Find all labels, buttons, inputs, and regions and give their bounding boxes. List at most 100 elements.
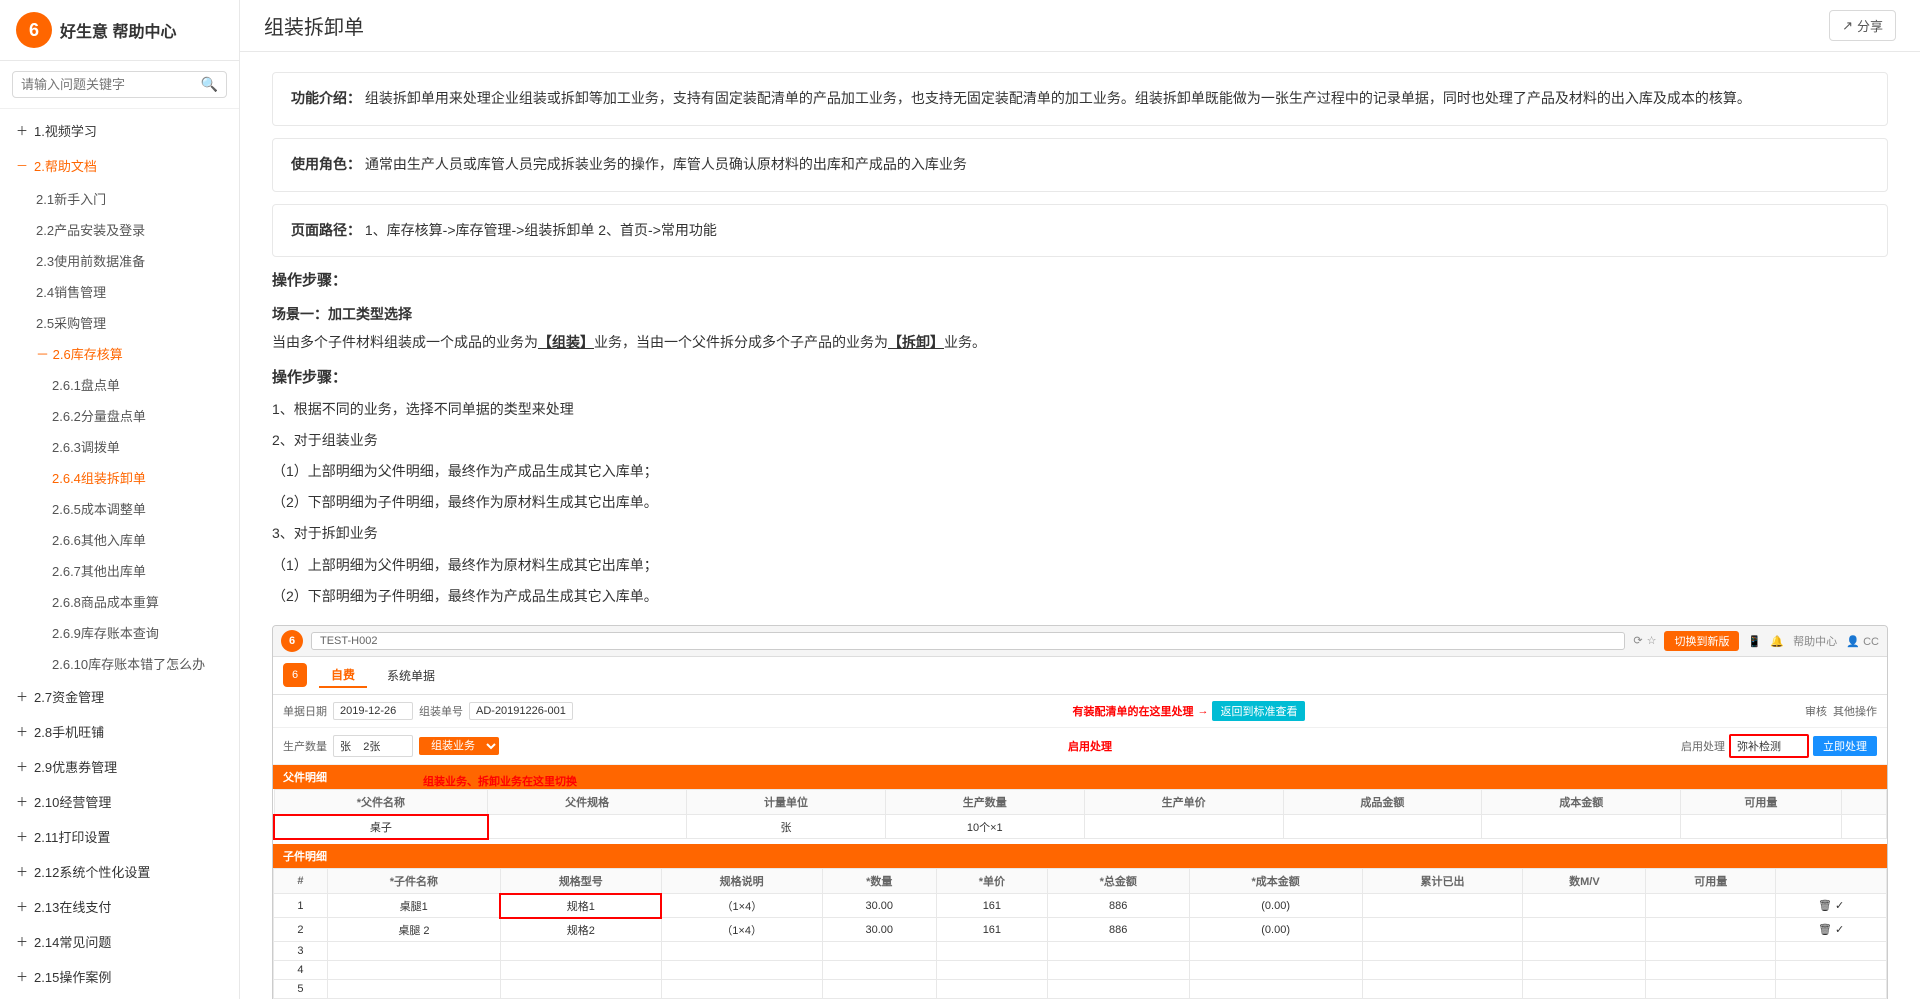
step2-2: （2）下部明细为子件明细，最终作为原材料生成其它出库单。 xyxy=(272,490,1888,515)
ss-lower-th-price: *单价 xyxy=(936,868,1047,894)
sidebar-item-stock6[interactable]: 2.6.6其他入库单 xyxy=(0,524,239,555)
ss-app-icon: 6 xyxy=(283,663,307,687)
ss-lower-row-2: 2 桌腿 2 规格2 （1×4） 30.00 161 886 (0.00) xyxy=(274,918,1887,942)
sidebar: 6 好生意 帮助中心 🔍 ＋ 1.视频学习 － 2.帮助文档 2.1新手入门 2… xyxy=(0,0,240,999)
search-icon[interactable]: 🔍 xyxy=(201,76,218,93)
sidebar-item-video[interactable]: ＋ 1.视频学习 xyxy=(0,113,239,148)
minus-icon-small: － xyxy=(36,347,53,362)
ss-lower-row-5: 5 xyxy=(274,979,1887,998)
screenshot-wrapper: 6 TEST-H002 ⟳ ☆ 切换到新版 📱 🔔 帮助中心 👤 CC xyxy=(272,625,1888,999)
sidebar-item-stock5[interactable]: 2.6.5成本调整单 xyxy=(0,493,239,524)
sidebar-item-stock9[interactable]: 2.6.9库存账本查询 xyxy=(0,617,239,648)
ss-qty-input[interactable]: 张 2张 xyxy=(333,735,413,757)
ss-date-label: 单据日期 xyxy=(283,703,327,719)
sidebar-item-purchase[interactable]: 2.5采购管理 xyxy=(0,307,239,338)
ss-lower-row-3: 3 xyxy=(274,941,1887,960)
step2: 2、对于组装业务 xyxy=(272,428,1888,453)
sidebar-item-finance[interactable]: ＋ 2.7资金管理 xyxy=(0,679,239,714)
ss-apply-input[interactable]: 弥补检测 xyxy=(1729,734,1809,758)
ss-upper-th-cost: 成本金额 xyxy=(1482,789,1681,815)
share-button[interactable]: ↗ 分享 xyxy=(1829,10,1896,41)
sidebar-item-case[interactable]: ＋ 2.15操作案例 xyxy=(0,959,239,994)
ops-title: 操作步骤： xyxy=(272,269,1888,290)
ss-confirm-btn[interactable]: 立即处理 xyxy=(1813,736,1877,756)
ss-upper-row-1: 桌子 张 10个×1 xyxy=(274,815,1887,839)
sidebar-item-stock3[interactable]: 2.6.3调拨单 xyxy=(0,431,239,462)
ss-lower-bar: 子件明细 xyxy=(273,844,1887,868)
ss-lower-th-mv: 数M/V xyxy=(1523,868,1646,894)
ss-return-btn[interactable]: 返回到标准查看 xyxy=(1212,701,1305,721)
sidebar-item-helpdoc[interactable]: － 2.帮助文档 xyxy=(0,148,239,183)
sidebar-item-install[interactable]: 2.2产品安装及登录 xyxy=(0,214,239,245)
ss-lower-th-no: # xyxy=(274,868,328,894)
step3-2: （2）下部明细为子件明细，最终作为产成品生成其它入库单。 xyxy=(272,584,1888,609)
ss-upper-table: *父件名称 父件规格 计量单位 生产数量 生产单价 成品金额 成本金额 可用量 xyxy=(273,789,1887,840)
ss-icons: ⟳ ☆ xyxy=(1633,634,1656,647)
ss-upper-section-label: 父件明细 xyxy=(283,772,327,784)
sidebar-item-custom[interactable]: ＋ 2.12系统个性化设置 xyxy=(0,854,239,889)
sidebar-item-online[interactable]: ＋ 2.13在线支付 xyxy=(0,889,239,924)
page-title: 组装拆卸单 xyxy=(264,11,364,40)
ss-tab-bar: 6 自费 系统单据 xyxy=(273,657,1887,695)
sidebar-item-stock8[interactable]: 2.6.8商品成本重算 xyxy=(0,586,239,617)
ss-type-select[interactable]: 组装业务 拆卸业务 xyxy=(419,737,499,755)
ss-upper-td-action xyxy=(1841,815,1886,839)
ops-steps-title: 操作步骤： xyxy=(272,366,1888,387)
ss-lower-th-avail: 可用量 xyxy=(1646,868,1776,894)
sidebar-item-stock4[interactable]: 2.6.4组装拆卸单 xyxy=(0,462,239,493)
sidebar-item-newbie[interactable]: 2.1新手入门 xyxy=(0,183,239,214)
ss-upper-td-spec xyxy=(488,815,687,839)
ss-lower-th-cumul: 累计已出 xyxy=(1362,868,1523,894)
path-text: 1、库存核算->库存管理->组装拆卸单 2、首页->常用功能 xyxy=(365,222,717,238)
role-block: 使用角色： 通常由生产人员或库管人员完成拆装业务的操作，库管人员确认原材料的出库… xyxy=(272,138,1888,192)
sidebar-item-stock1[interactable]: 2.6.1盘点单 xyxy=(0,369,239,400)
ss-upper-td-avail xyxy=(1681,815,1841,839)
ss-lower-th-name: *子件名称 xyxy=(327,868,500,894)
ss-upper-td-price xyxy=(1084,815,1283,839)
annotation-top-label: 有装配清单的在这里处理 xyxy=(1072,703,1193,719)
annotation-arrow-right: → xyxy=(1197,705,1208,717)
ss-upper-td-name: 桌子 xyxy=(274,815,488,839)
ss-lower-th-desc: 规格说明 xyxy=(661,868,822,894)
share-icon: ↗ xyxy=(1842,18,1853,34)
screenshot-inner: 6 自费 系统单据 单据日期 2019-12-26 组装单号 AD-201912… xyxy=(273,657,1887,999)
step3-1: （1）上部明细为父件明细，最终作为原材料生成其它出库单； xyxy=(272,553,1888,578)
step2-1: （1）上部明细为父件明细，最终作为产成品生成其它入库单； xyxy=(272,459,1888,484)
sidebar-item-mobile[interactable]: ＋ 2.8手机旺铺 xyxy=(0,714,239,749)
intro-text: 组装拆卸单用来处理企业组装或拆卸等加工业务，支持有固定装配清单的产品加工业务，也… xyxy=(365,90,1751,106)
ss-upper-th-unit: 计量单位 xyxy=(687,789,886,815)
sidebar-item-print[interactable]: ＋ 2.11打印设置 xyxy=(0,819,239,854)
ss-lower-section-label: 子件明细 xyxy=(283,851,327,863)
ss-switch-btn[interactable]: 切换到新版 xyxy=(1664,631,1739,651)
ss-upper-td-unit: 张 xyxy=(687,815,886,839)
sidebar-item-stock10[interactable]: 2.6.10库存账本错了怎么办 xyxy=(0,648,239,679)
sidebar-item-biz[interactable]: ＋ 2.10经营管理 xyxy=(0,784,239,819)
ss-date-input[interactable]: 2019-12-26 xyxy=(333,702,413,720)
ss-tab-system[interactable]: 系统单据 xyxy=(375,664,447,687)
sidebar-item-coupon[interactable]: ＋ 2.9优惠券管理 xyxy=(0,749,239,784)
ss-number-input[interactable]: AD-20191226-001 xyxy=(469,702,573,720)
sidebar-item-prepare[interactable]: 2.3使用前数据准备 xyxy=(0,245,239,276)
step1: 1、根据不同的业务，选择不同单据的类型来处理 xyxy=(272,397,1888,422)
search-input[interactable] xyxy=(21,77,201,92)
logo-icon: 6 xyxy=(16,12,52,48)
sidebar-item-faq[interactable]: ＋ 2.14常见问题 xyxy=(0,924,239,959)
intro-block: 功能介绍： 组装拆卸单用来处理企业组装或拆卸等加工业务，支持有固定装配清单的产品… xyxy=(272,72,1888,126)
sidebar-item-sales[interactable]: 2.4销售管理 xyxy=(0,276,239,307)
ss-lower-table: # *子件名称 规格型号 规格说明 *数量 *单价 *总金额 *成本金额 累计已… xyxy=(273,868,1887,999)
ss-number-label: 组装单号 xyxy=(419,703,463,719)
ss-upper-table-container: *父件名称 父件规格 计量单位 生产数量 生产单价 成品金额 成本金额 可用量 xyxy=(273,789,1887,840)
search-area: 🔍 xyxy=(0,61,239,109)
plus-icon: ＋ xyxy=(16,122,28,139)
path-label: 页面路径： xyxy=(291,222,361,238)
search-box[interactable]: 🔍 xyxy=(12,71,227,98)
sidebar-item-inventory[interactable]: － 2.6库存核算 xyxy=(0,338,239,369)
sidebar-item-stock2[interactable]: 2.6.2分量盘点单 xyxy=(0,400,239,431)
scene1-title: 场景一：加工类型选择 xyxy=(272,304,1888,324)
ss-upper-th-spec: 父件规格 xyxy=(488,789,687,815)
ss-tab-active[interactable]: 自费 xyxy=(319,663,367,688)
sidebar-item-stock7[interactable]: 2.6.7其他出库单 xyxy=(0,555,239,586)
ss-upper-th-action xyxy=(1841,789,1886,815)
ss-lower-th-cost: *成本金额 xyxy=(1189,868,1362,894)
ss-upper-th-amount: 成品金额 xyxy=(1283,789,1482,815)
